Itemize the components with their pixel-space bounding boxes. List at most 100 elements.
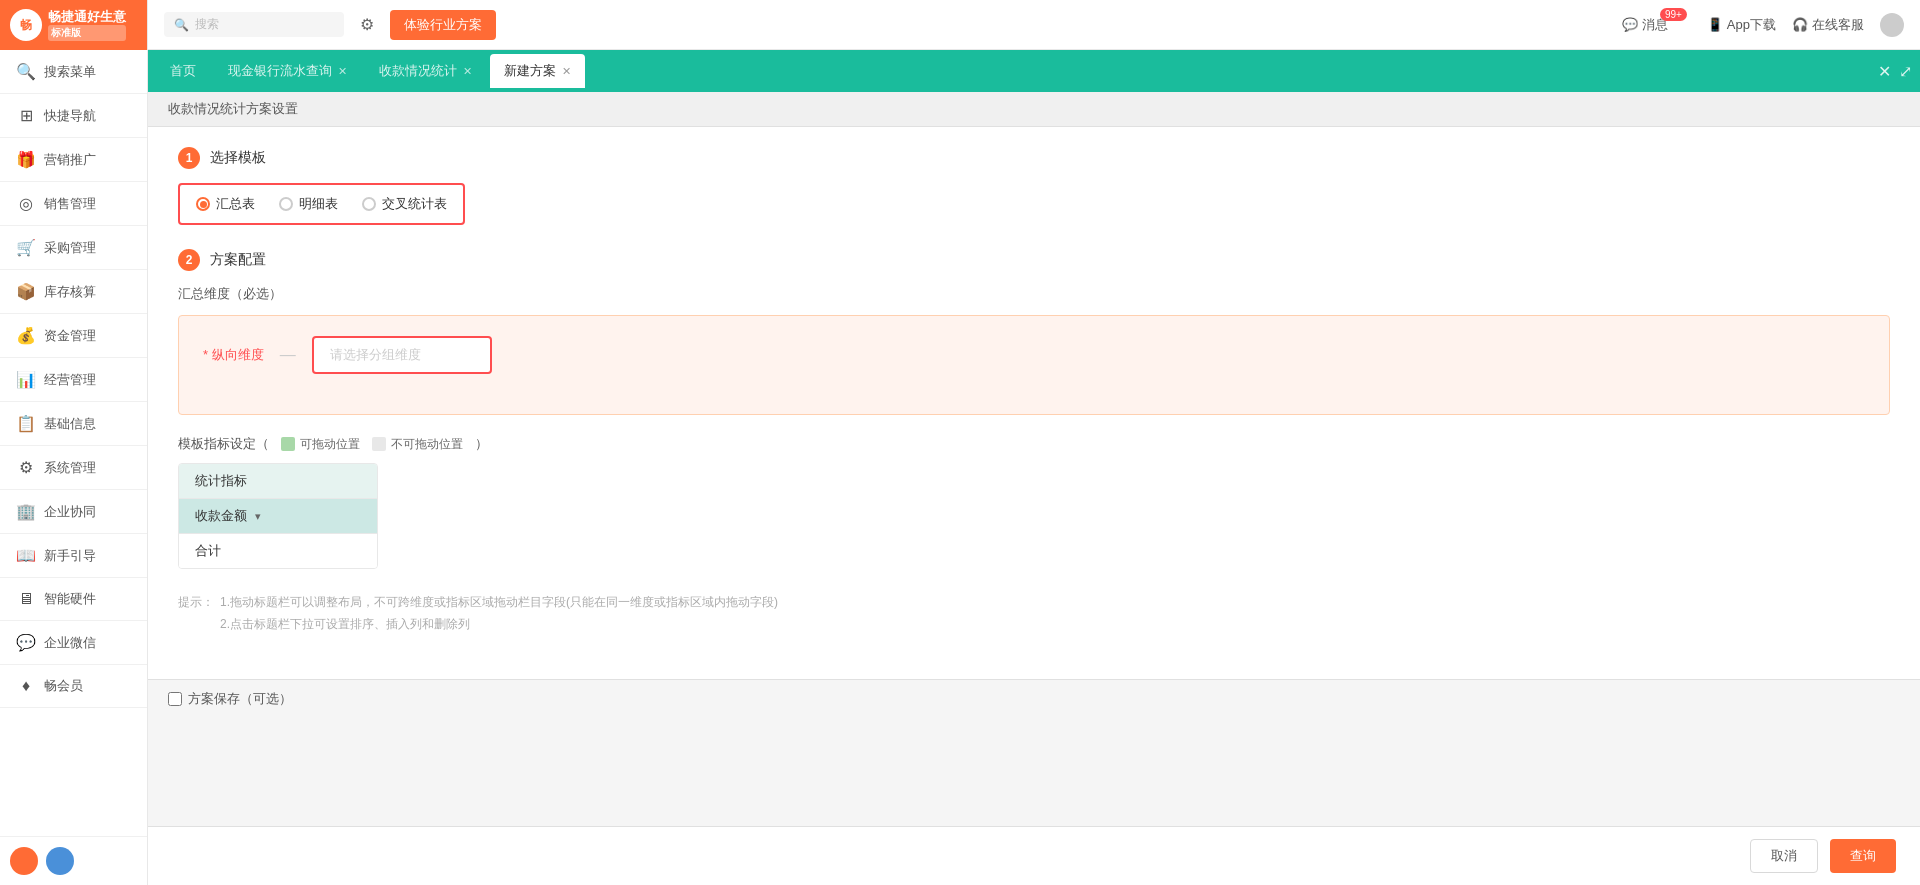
sidebar-item-newbie[interactable]: 📖 新手引导 bbox=[0, 534, 147, 578]
avatar-2[interactable] bbox=[46, 847, 74, 875]
form-body: 1 选择模板 汇总表 明细表 bbox=[148, 127, 1920, 679]
sidebar-item-enterprise[interactable]: 🏢 企业协同 bbox=[0, 490, 147, 534]
tab-collection[interactable]: 收款情况统计 ✕ bbox=[365, 54, 486, 88]
radio-cross-circle bbox=[362, 197, 376, 211]
main-area: 🔍 搜索 ⚙ 体验行业方案 💬 消息 99+ 📱 App下载 🎧 在线客服 bbox=[148, 0, 1920, 885]
metrics-col-label: 收款金额 bbox=[195, 507, 247, 525]
message-badge: 99+ bbox=[1660, 8, 1687, 21]
tab-cashflow[interactable]: 现金银行流水查询 ✕ bbox=[214, 54, 361, 88]
chart-icon: 📊 bbox=[16, 370, 36, 389]
search-placeholder: 搜索 bbox=[195, 16, 219, 33]
metrics-total-row: 合计 bbox=[179, 534, 377, 568]
sidebar-item-purchase[interactable]: 🛒 采购管理 bbox=[0, 226, 147, 270]
sidebar-logo: 畅 畅捷通好生意 标准版 bbox=[0, 0, 147, 50]
search-icon: 🔍 bbox=[174, 18, 189, 32]
tab-collection-close[interactable]: ✕ bbox=[463, 65, 472, 78]
tab-home[interactable]: 首页 bbox=[156, 54, 210, 88]
dimension-area: * 纵向维度 — 请选择分组维度 bbox=[178, 315, 1890, 415]
save-checkbox-label[interactable]: 方案保存（可选） bbox=[168, 690, 292, 708]
close-window-icon[interactable]: ✕ bbox=[1878, 62, 1891, 81]
sidebar-item-marketing[interactable]: 🎁 营销推广 bbox=[0, 138, 147, 182]
industry-button[interactable]: 体验行业方案 bbox=[390, 10, 496, 40]
sidebar-item-wechat[interactable]: 💬 企业微信 bbox=[0, 621, 147, 665]
sidebar-label-sales: 销售管理 bbox=[44, 195, 96, 213]
sidebar-label-finance: 资金管理 bbox=[44, 327, 96, 345]
radio-cross[interactable]: 交叉统计表 bbox=[362, 195, 447, 213]
vertical-dim-label: * 纵向维度 bbox=[203, 346, 264, 364]
radio-summary-circle bbox=[196, 197, 210, 211]
download-item[interactable]: 📱 App下载 bbox=[1707, 16, 1776, 34]
chevron-down-icon: ▾ bbox=[255, 510, 261, 523]
tab-new-plan-close[interactable]: ✕ bbox=[562, 65, 571, 78]
tip-line-1: 提示： 1.拖动标题栏可以调整布局，不可跨维度或指标区域拖动栏目字段(只能在同一… bbox=[178, 592, 1890, 614]
sidebar: 畅 畅捷通好生意 标准版 🔍 搜索菜单 ⊞ 快捷导航 🎁 营销推广 ◎ 销售管理… bbox=[0, 0, 148, 885]
legend-nodrag: 不可拖动位置 bbox=[372, 436, 463, 453]
sidebar-item-basic[interactable]: 📋 基础信息 bbox=[0, 402, 147, 446]
sidebar-item-member[interactable]: ♦ 畅会员 bbox=[0, 665, 147, 708]
clipboard-icon: 📋 bbox=[16, 414, 36, 433]
step1-section: 1 选择模板 汇总表 明细表 bbox=[178, 147, 1890, 225]
box-icon: 📦 bbox=[16, 282, 36, 301]
sidebar-item-sales[interactable]: ◎ 销售管理 bbox=[0, 182, 147, 226]
header-search[interactable]: 🔍 搜索 bbox=[164, 12, 344, 37]
sidebar-item-hardware[interactable]: 🖥 智能硬件 bbox=[0, 578, 147, 621]
save-checkbox[interactable] bbox=[168, 692, 182, 706]
sidebar-item-nav[interactable]: ⊞ 快捷导航 bbox=[0, 94, 147, 138]
metrics-section-header: 统计指标 bbox=[179, 464, 377, 499]
content-area: 收款情况统计方案设置 1 选择模板 汇总表 bbox=[148, 92, 1920, 826]
arrow-icon: — bbox=[280, 346, 296, 364]
message-item[interactable]: 💬 消息 99+ bbox=[1622, 16, 1691, 34]
sidebar-item-search[interactable]: 🔍 搜索菜单 bbox=[0, 50, 147, 94]
tab-cashflow-close[interactable]: ✕ bbox=[338, 65, 347, 78]
page-title: 收款情况统计方案设置 bbox=[148, 92, 1920, 127]
tips-prefix: 提示： bbox=[178, 592, 214, 614]
sales-icon: ◎ bbox=[16, 194, 36, 213]
radio-detail[interactable]: 明细表 bbox=[279, 195, 338, 213]
radio-detail-circle bbox=[279, 197, 293, 211]
bottom-action-bar: 取消 查询 bbox=[148, 826, 1920, 885]
dimension-row: * 纵向维度 — 请选择分组维度 bbox=[203, 336, 1865, 374]
message-icon: 💬 bbox=[1622, 17, 1638, 32]
metrics-table: 统计指标 收款金额 ▾ 合计 bbox=[178, 463, 378, 569]
avatar-1[interactable] bbox=[10, 847, 38, 875]
dim-select-box[interactable]: 请选择分组维度 bbox=[312, 336, 492, 374]
service-icon: 🎧 bbox=[1792, 17, 1808, 32]
tab-new-plan[interactable]: 新建方案 ✕ bbox=[490, 54, 585, 88]
money-icon: 💰 bbox=[16, 326, 36, 345]
tip1-text: 1.拖动标题栏可以调整布局，不可跨维度或指标区域拖动栏目字段(只能在同一维度或指… bbox=[220, 592, 778, 614]
monitor-icon: 🖥 bbox=[16, 590, 36, 608]
nodrag-label: 不可拖动位置 bbox=[391, 436, 463, 453]
step2-header: 2 方案配置 bbox=[178, 249, 1890, 271]
expand-icon[interactable]: ⤢ bbox=[1899, 62, 1912, 81]
step1-num: 1 bbox=[178, 147, 200, 169]
sidebar-label-enterprise: 企业协同 bbox=[44, 503, 96, 521]
gear-icon: ⚙ bbox=[16, 458, 36, 477]
radio-detail-label: 明细表 bbox=[299, 195, 338, 213]
tab-bar: 首页 现金银行流水查询 ✕ 收款情况统计 ✕ 新建方案 ✕ ✕ ⤢ bbox=[148, 50, 1920, 92]
save-label: 方案保存（可选） bbox=[188, 690, 292, 708]
user-item[interactable] bbox=[1880, 13, 1904, 37]
cancel-button[interactable]: 取消 bbox=[1750, 839, 1818, 873]
sidebar-item-inventory[interactable]: 📦 库存核算 bbox=[0, 270, 147, 314]
tip-line-2: 提示： 2.点击标题栏下拉可设置排序、插入列和删除列 bbox=[178, 614, 1890, 636]
query-button[interactable]: 查询 bbox=[1830, 839, 1896, 873]
form-footer: 方案保存（可选） bbox=[148, 679, 1920, 718]
sidebar-label-inventory: 库存核算 bbox=[44, 283, 96, 301]
drag-label: 可拖动位置 bbox=[300, 436, 360, 453]
building-icon: 🏢 bbox=[16, 502, 36, 521]
logo-text: 畅捷通好生意 bbox=[48, 9, 126, 25]
diamond-icon: ♦ bbox=[16, 677, 36, 695]
settings-icon[interactable]: ⚙ bbox=[360, 15, 374, 34]
dimension-section-label: 汇总维度（必选） bbox=[178, 285, 1890, 303]
user-avatar bbox=[1880, 13, 1904, 37]
service-item[interactable]: 🎧 在线客服 bbox=[1792, 16, 1864, 34]
search-icon: 🔍 bbox=[16, 62, 36, 81]
sidebar-item-finance[interactable]: 💰 资金管理 bbox=[0, 314, 147, 358]
grid-icon: ⊞ bbox=[16, 106, 36, 125]
sidebar-item-operation[interactable]: 📊 经营管理 bbox=[0, 358, 147, 402]
chat-icon: 💬 bbox=[16, 633, 36, 652]
tab-collection-label: 收款情况统计 bbox=[379, 62, 457, 80]
metrics-col-header[interactable]: 收款金额 ▾ bbox=[179, 499, 377, 534]
sidebar-item-system[interactable]: ⚙ 系统管理 bbox=[0, 446, 147, 490]
radio-summary[interactable]: 汇总表 bbox=[196, 195, 255, 213]
